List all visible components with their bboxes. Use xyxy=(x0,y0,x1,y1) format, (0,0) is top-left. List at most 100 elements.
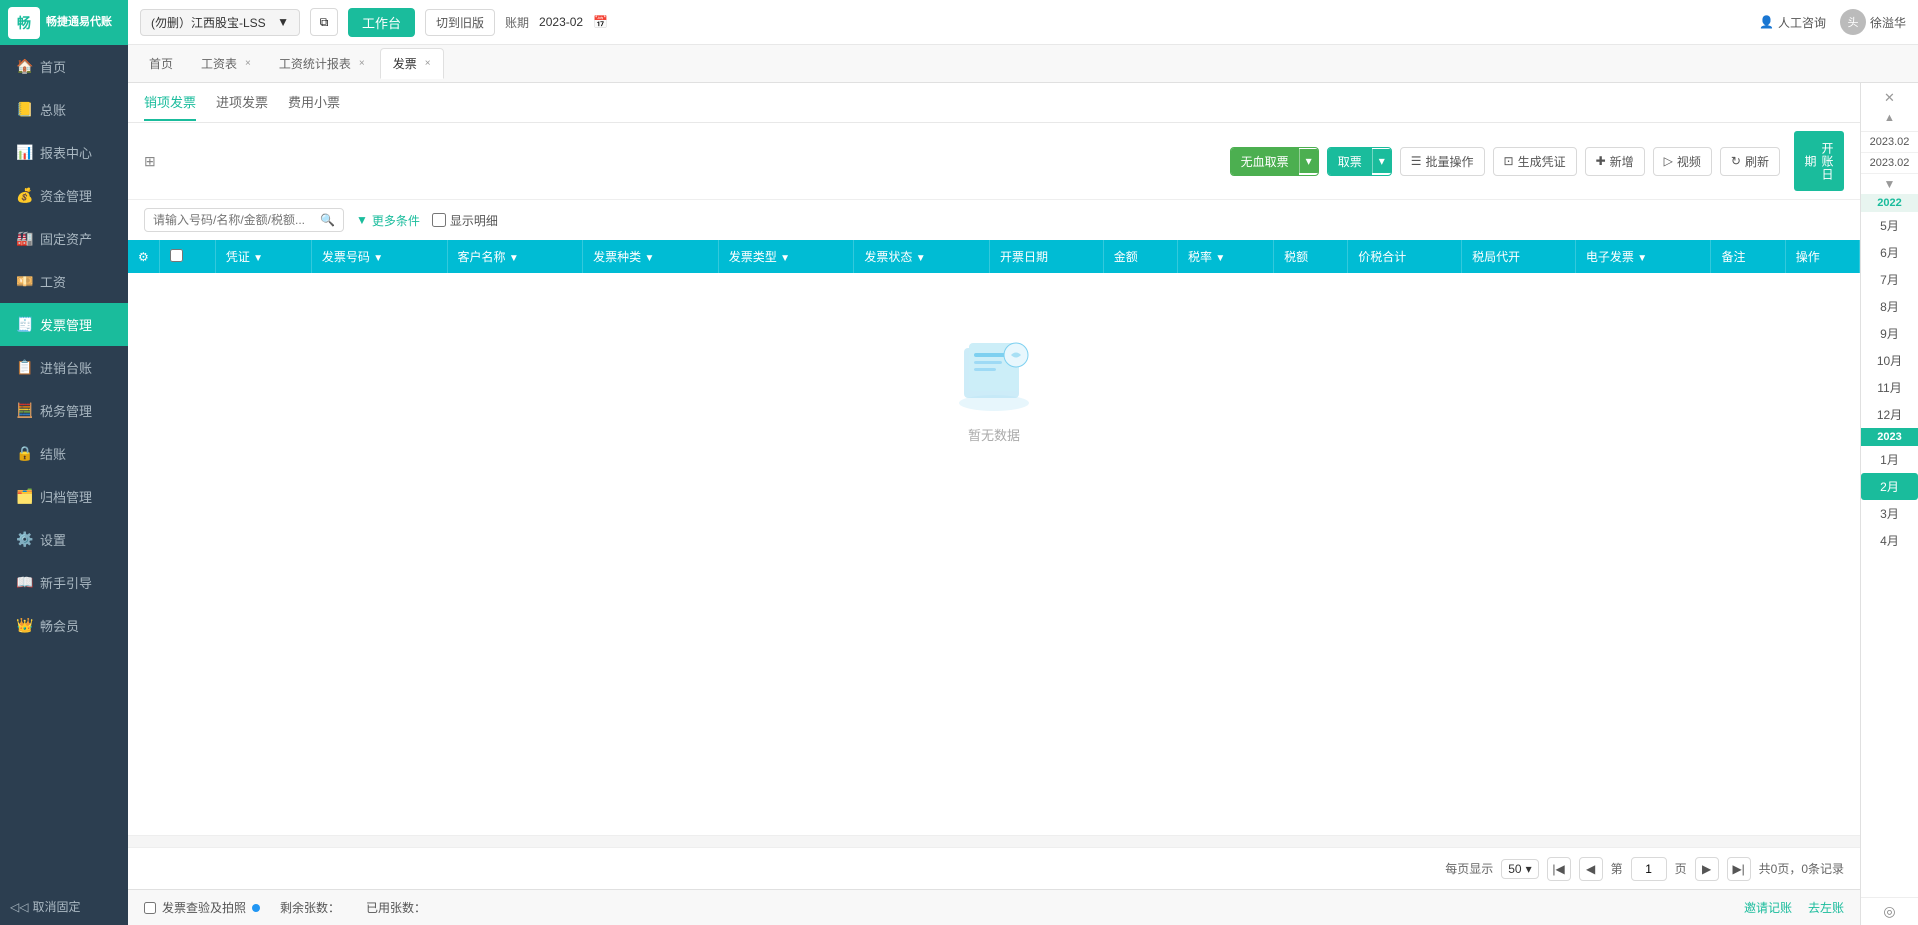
switch-version-button[interactable]: 切到旧版 xyxy=(425,9,495,36)
page-label-before: 第 xyxy=(1611,860,1623,877)
take-dropdown[interactable]: ▾ xyxy=(1372,149,1391,173)
workbench-button[interactable]: 工作台 xyxy=(348,8,415,37)
date-panel-collapse-icon[interactable]: ◎ xyxy=(1883,903,1895,920)
take-ticket-button[interactable]: 取票 xyxy=(1328,148,1372,175)
refresh-button[interactable]: ↻ 刷新 xyxy=(1720,147,1780,176)
col-customer[interactable]: 客户名称 ▼ xyxy=(447,240,583,273)
tab-invoice-close[interactable]: × xyxy=(425,58,431,69)
month-2022-11[interactable]: 11月 xyxy=(1861,374,1918,401)
month-2022-12[interactable]: 12月 xyxy=(1861,401,1918,428)
generate-icon: ⊡ xyxy=(1504,154,1514,168)
col-amount[interactable]: 金额 xyxy=(1103,240,1177,273)
month-2023-4[interactable]: 4月 xyxy=(1861,527,1918,554)
date-panel-expand-button[interactable]: ▲ xyxy=(1881,109,1898,127)
col-tax-code[interactable]: 税局代开 xyxy=(1462,240,1576,273)
help-button[interactable]: 👤 人工咨询 xyxy=(1759,14,1826,31)
sidebar-item-member[interactable]: 👑 畅会员 xyxy=(0,604,128,647)
col-e-invoice[interactable]: 电子发票 ▼ xyxy=(1575,240,1711,273)
sidebar-item-close[interactable]: 🔒 结账 xyxy=(0,432,128,475)
sidebar-item-assets[interactable]: 🏭 固定资产 xyxy=(0,217,128,260)
col-inv-status[interactable]: 发票状态 ▼ xyxy=(854,240,990,273)
col-action[interactable]: 操作 xyxy=(1785,240,1859,273)
month-2022-5[interactable]: 5月 xyxy=(1861,212,1918,239)
sub-tab-purchase[interactable]: 进项发票 xyxy=(216,84,268,121)
sidebar-item-settings[interactable]: ⚙️ 设置 xyxy=(0,518,128,561)
search-input[interactable] xyxy=(153,213,314,227)
sidebar-item-tax[interactable]: 🧮 税务管理 xyxy=(0,389,128,432)
col-date[interactable]: 开票日期 xyxy=(990,240,1104,273)
sidebar-item-purchase[interactable]: 📋 进销台账 xyxy=(0,346,128,389)
page-input[interactable] xyxy=(1631,857,1667,881)
copy-icon[interactable]: ⧉ xyxy=(310,8,338,36)
search-icon[interactable]: 🔍 xyxy=(320,213,335,227)
sidebar-item-funds[interactable]: 💰 资金管理 xyxy=(0,174,128,217)
col-inv-category[interactable]: 发票类型 ▼ xyxy=(718,240,854,273)
per-page-label: 每页显示 xyxy=(1445,860,1493,877)
no-cancel-dropdown[interactable]: ▾ xyxy=(1299,149,1318,173)
col-voucher[interactable]: 凭证 ▼ xyxy=(215,240,311,273)
month-2022-9[interactable]: 9月 xyxy=(1861,320,1918,347)
per-page-select[interactable]: 50 ▾ xyxy=(1501,859,1538,879)
sidebar-item-invoice[interactable]: 🧾 发票管理 xyxy=(0,303,128,346)
video-button[interactable]: ▷ 视频 xyxy=(1653,147,1712,176)
tab-home[interactable]: 首页 xyxy=(136,48,186,79)
tab-salary-table[interactable]: 工资表 × xyxy=(188,48,264,79)
calendar-icon[interactable]: 📅 xyxy=(593,15,608,29)
sidebar-item-home[interactable]: 🏠 首页 xyxy=(0,45,128,88)
col-total[interactable]: 价税合计 xyxy=(1348,240,1462,273)
new-button[interactable]: ✚ 新增 xyxy=(1585,147,1645,176)
sidebar-bottom-pin[interactable]: ◁◁ 取消固定 xyxy=(0,888,128,925)
batch-button[interactable]: ☰ 批量操作 xyxy=(1400,147,1485,176)
no-cancel-ticket-button[interactable]: 无血取票 xyxy=(1231,148,1299,175)
tab-salary-stats-close[interactable]: × xyxy=(359,58,365,69)
sub-tab-sales[interactable]: 销项发票 xyxy=(144,84,196,121)
month-2023-1[interactable]: 1月 xyxy=(1861,446,1918,473)
sidebar-item-ledger[interactable]: 📒 总账 xyxy=(0,88,128,131)
tab-salary-stats[interactable]: 工资统计报表 × xyxy=(266,48,378,79)
last-page-button[interactable]: ▶| xyxy=(1727,857,1751,881)
show-detail-label: 显示明细 xyxy=(450,212,498,229)
date-panel-close-button[interactable]: ✕ xyxy=(1881,87,1898,109)
help-link[interactable]: 去左账 xyxy=(1808,899,1844,916)
first-page-button[interactable]: |◀ xyxy=(1547,857,1571,881)
tab-invoice[interactable]: 发票 × xyxy=(380,48,444,79)
sidebar-item-guide[interactable]: 📖 新手引导 xyxy=(0,561,128,604)
select-all-checkbox[interactable] xyxy=(170,249,183,262)
month-2022-6[interactable]: 6月 xyxy=(1861,239,1918,266)
col-tax-amount[interactable]: 税额 xyxy=(1274,240,1348,273)
company-selector[interactable]: (勿删）江西股宝-LSS ▼ xyxy=(140,9,300,36)
month-2022-8[interactable]: 8月 xyxy=(1861,293,1918,320)
sidebar-item-reports[interactable]: 📊 报表中心 xyxy=(0,131,128,174)
month-2022-7[interactable]: 7月 xyxy=(1861,266,1918,293)
year-label-2023: 2023 xyxy=(1861,428,1918,446)
show-detail-checkbox[interactable]: 显示明细 xyxy=(432,212,498,229)
detail-checkbox-input[interactable] xyxy=(432,213,446,227)
col-remark[interactable]: 备注 xyxy=(1711,240,1785,273)
tab-salary-close[interactable]: × xyxy=(245,58,251,69)
col-inv-no[interactable]: 发票号码 ▼ xyxy=(311,240,447,273)
col-checkbox[interactable] xyxy=(159,240,215,273)
sub-tab-expense[interactable]: 费用小票 xyxy=(288,84,340,121)
col-inv-type[interactable]: 发票种类 ▼ xyxy=(583,240,719,273)
col-settings[interactable]: ⚙ xyxy=(128,240,159,273)
month-2023-3[interactable]: 3月 xyxy=(1861,500,1918,527)
sidebar-item-salary[interactable]: 💴 工资 xyxy=(0,260,128,303)
open-date-button[interactable]: 开账日期 xyxy=(1794,131,1844,191)
month-2023-2[interactable]: 2月 xyxy=(1861,473,1918,500)
user-menu[interactable]: 头 徐溢华 xyxy=(1840,9,1906,35)
company-name: (勿删）江西股宝-LSS xyxy=(151,14,266,31)
invoice-check-checkbox[interactable] xyxy=(144,902,156,914)
grid-settings-icon[interactable]: ⊞ xyxy=(144,153,156,170)
sidebar-item-archive[interactable]: 🗂️ 归档管理 xyxy=(0,475,128,518)
next-page-button[interactable]: ▶ xyxy=(1695,857,1719,881)
table-container: ⚙ 凭证 ▼ 发票号码 ▼ 客户名称 ▼ xyxy=(128,240,1860,835)
h-scrollbar[interactable] xyxy=(128,835,1860,847)
sub-tab-expense-label: 费用小票 xyxy=(288,95,340,110)
col-tax-rate[interactable]: 税率 ▼ xyxy=(1178,240,1274,273)
sidebar-label-member: 畅会员 xyxy=(40,616,79,635)
month-2022-10[interactable]: 10月 xyxy=(1861,347,1918,374)
invite-link[interactable]: 邀请记账 xyxy=(1744,899,1792,916)
generate-voucher-button[interactable]: ⊡ 生成凭证 xyxy=(1493,147,1577,176)
more-filter-button[interactable]: ▼ 更多条件 xyxy=(356,212,420,229)
prev-page-button[interactable]: ◀ xyxy=(1579,857,1603,881)
